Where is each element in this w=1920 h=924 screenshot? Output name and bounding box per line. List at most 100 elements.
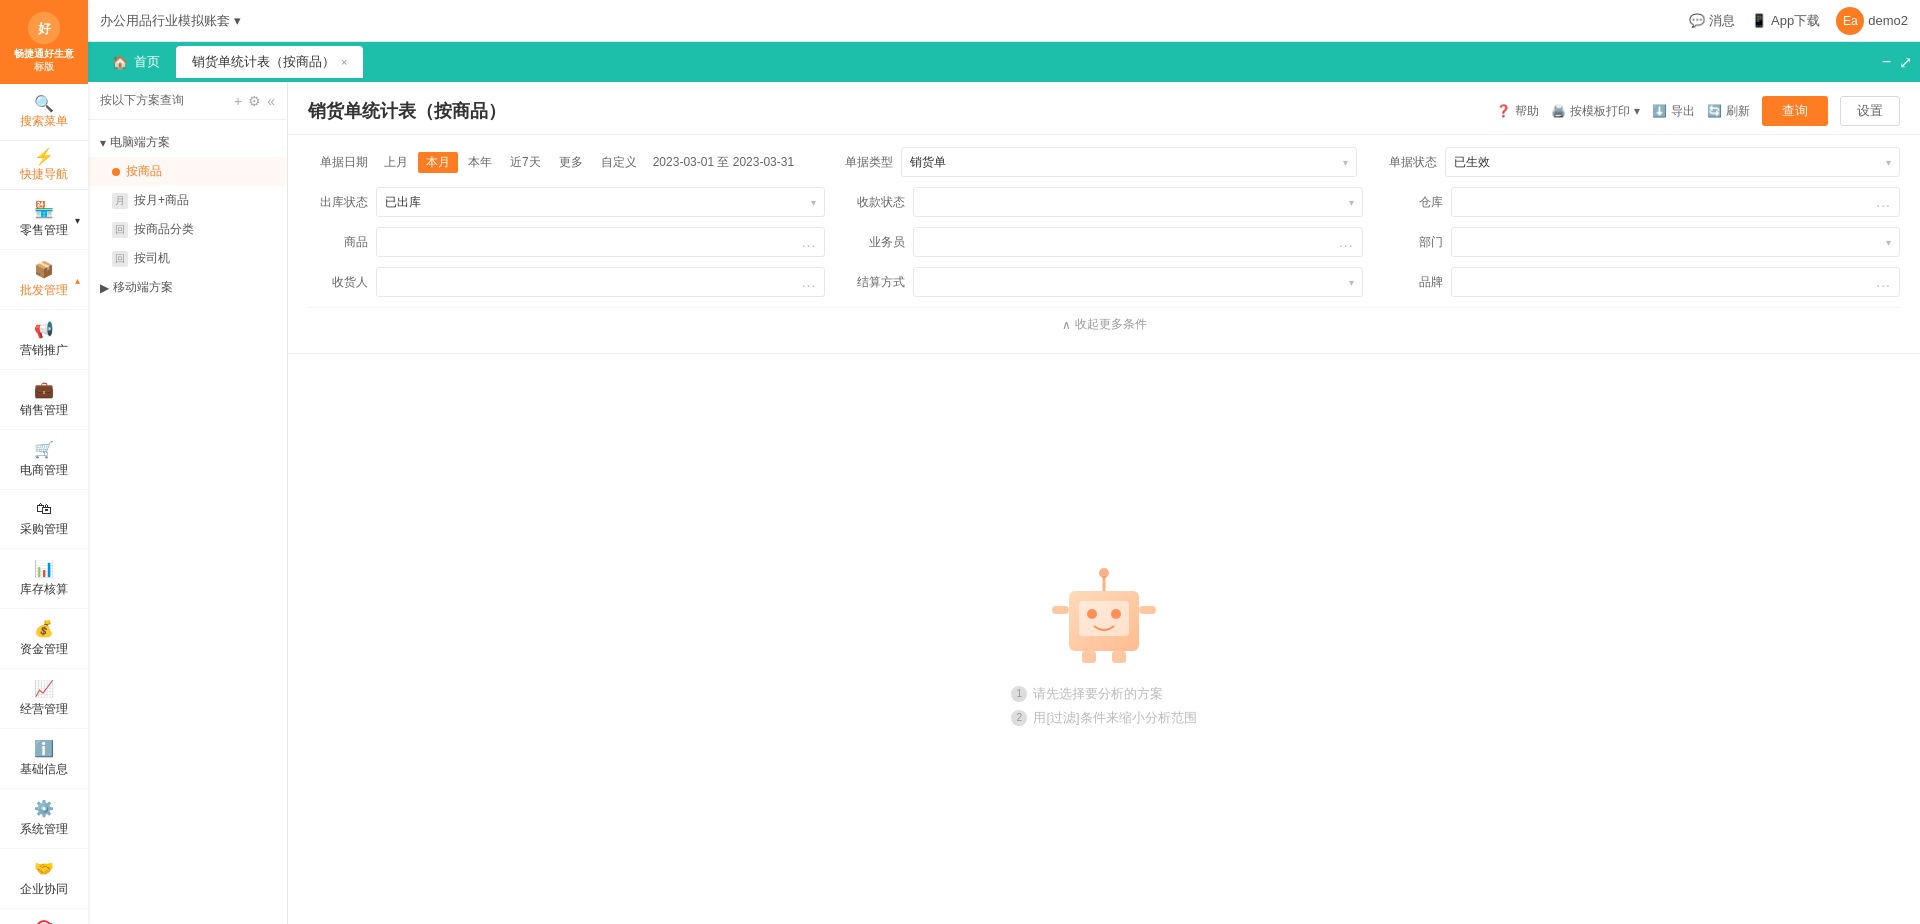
warehouse-control[interactable]: ... [1451,187,1900,217]
search-menu-label: 搜索菜单 [20,114,68,128]
sidebar-item-purchase-label: 采购管理 [20,521,68,538]
refresh-button[interactable]: 🔄 刷新 [1707,103,1750,120]
hint-text-1: 请先选择要分析的方案 [1033,685,1163,703]
salesperson-control[interactable]: ... [913,227,1362,257]
warehouse-dots: ... [1876,194,1891,210]
add-scheme-button[interactable]: + [234,93,242,109]
left-panel: 按以下方案查询 + ⚙ « ▾ 电脑端方案 按商品 月 按月+商 [88,82,288,924]
receiver-control[interactable]: ... [376,267,825,297]
date-tab-custom[interactable]: 自定义 [593,152,645,173]
collapse-filter-button[interactable]: ∧ 收起更多条件 [308,307,1900,341]
tree-group-mobile-label: 移动端方案 [113,279,173,296]
doc-type-control[interactable]: 销货单 ▾ [901,147,1356,177]
tabbar-minimize-button[interactable]: − [1882,53,1891,71]
print-icon: 🖨️ [1551,104,1566,118]
sidebar-item-ecommerce[interactable]: 🛒 电商管理 [0,430,88,490]
tree-group-desktop[interactable]: ▾ 电脑端方案 [88,128,287,157]
sidebar-item-retail[interactable]: 🏪 零售管理 ▾ [0,190,88,250]
tree-item-by-category[interactable]: 回 按商品分类 [88,215,287,244]
app-download-icon: 📱 [1751,13,1767,28]
svg-rect-9 [1139,606,1156,614]
tree-group-mobile[interactable]: ▶ 移动端方案 [88,273,287,302]
sidebar-item-corp[interactable]: 🤝 企业协同 [0,849,88,909]
svg-rect-8 [1052,606,1069,614]
goods-control[interactable]: ... [376,227,825,257]
scheme-settings-button[interactable]: ⚙ [248,93,261,109]
message-button[interactable]: 💬 消息 [1689,12,1735,30]
collapse-icon: ∧ [1062,318,1071,332]
empty-svg-icon [1044,546,1164,666]
settlement-control[interactable]: ▾ [913,267,1362,297]
user-profile[interactable]: Ea demo2 [1836,7,1908,35]
tree-item-by-scanner[interactable]: 回 按司机 [88,244,287,273]
message-icon: 💬 [1689,13,1705,28]
sidebar-item-basic[interactable]: ℹ️ 基础信息 [0,729,88,789]
sidebar-item-newbie[interactable]: 🎯 新手引导 [0,909,88,924]
corp-icon: 🤝 [34,859,54,878]
tree-item-by-goods[interactable]: 按商品 [88,157,287,186]
wholesale-expand-arrow: ▴ [75,274,80,285]
industry-selector[interactable]: 办公用品行业模拟账套 ▾ [100,12,241,30]
tab-close-button[interactable]: × [341,56,347,68]
department-arrow: ▾ [1886,237,1891,248]
sidebar-item-inventory[interactable]: 📊 库存核算 [0,549,88,609]
department-control[interactable]: ▾ [1451,227,1900,257]
topbar-left: 办公用品行业模拟账套 ▾ [100,12,241,30]
salesperson-label: 业务员 [845,234,913,251]
svg-text:好: 好 [37,22,52,36]
sidebar-logo[interactable]: 好 畅捷通好生意 标版 [0,0,88,84]
date-tab-this-year[interactable]: 本年 [460,152,500,173]
settlement-arrow: ▾ [1349,277,1354,288]
empty-hints-list: 1 请先选择要分析的方案 2 用[过滤]条件来缩小分析范围 [1011,685,1196,733]
tab-home[interactable]: 🏠 首页 [96,46,176,78]
date-tab-more[interactable]: 更多 [551,152,591,173]
sidebar-item-system[interactable]: ⚙️ 系统管理 [0,789,88,849]
sidebar-item-purchase[interactable]: 🛍 采购管理 [0,490,88,549]
doc-type-arrow: ▾ [1343,157,1348,168]
tabbar-expand-button[interactable]: ⤢ [1899,53,1912,72]
sidebar-item-operations-label: 经营管理 [20,701,68,718]
main-area: 办公用品行业模拟账套 ▾ 💬 消息 📱 App下载 Ea demo2 🏠 [88,0,1920,924]
sidebar-item-system-label: 系统管理 [20,821,68,838]
print-button[interactable]: 🖨️ 按模板打印 ▾ [1551,103,1640,120]
ecommerce-icon: 🛒 [34,440,54,459]
query-button[interactable]: 查询 [1762,96,1828,126]
help-button[interactable]: ❓ 帮助 [1496,103,1539,120]
department-label: 部门 [1383,234,1451,251]
tab-sales-stats[interactable]: 销货单统计表（按商品） × [176,46,363,78]
app-download-button[interactable]: 📱 App下载 [1751,12,1820,30]
collapse-panel-button[interactable]: « [267,93,275,109]
goods-dots: ... [802,234,817,250]
sidebar-item-inventory-label: 库存核算 [20,581,68,598]
date-tab-last-month[interactable]: 上月 [376,152,416,173]
doc-status-label: 单据状态 [1377,154,1445,171]
filter-area: 单据日期 上月 本月 本年 近7天 更多 自定义 2023-03-01 至 20… [288,135,1920,354]
quick-nav-button[interactable]: ⚡ 快捷导航 [0,141,88,190]
out-status-control[interactable]: 已出库 ▾ [376,187,825,217]
settings-button[interactable]: 设置 [1840,96,1900,126]
sidebar-item-operations[interactable]: 📈 经营管理 [0,669,88,729]
date-tab-7days[interactable]: 近7天 [502,152,549,173]
empty-hint-1: 1 请先选择要分析的方案 [1011,685,1196,703]
export-button[interactable]: ⬇️ 导出 [1652,103,1695,120]
brand-control[interactable]: ... [1451,267,1900,297]
finance-icon: 💰 [34,619,54,638]
filter-row-1: 单据日期 上月 本月 本年 近7天 更多 自定义 2023-03-01 至 20… [308,147,1900,177]
empty-hint-2: 2 用[过滤]条件来缩小分析范围 [1011,709,1196,727]
sidebar-item-finance[interactable]: 💰 资金管理 [0,609,88,669]
payment-status-control[interactable]: ▾ [913,187,1362,217]
left-panel-header-actions: + ⚙ « [234,93,275,109]
search-menu-button[interactable]: 🔍 搜索菜单 [0,84,88,141]
retail-icon: 🏪 [34,200,54,219]
tree-section-desktop: ▾ 电脑端方案 按商品 月 按月+商品 回 按商品分类 回 按司机 [88,120,287,310]
refresh-label: 刷新 [1726,103,1750,120]
tree-item-by-month-goods[interactable]: 月 按月+商品 [88,186,287,215]
sidebar-item-sales[interactable]: 💼 销售管理 [0,370,88,430]
date-tab-this-month[interactable]: 本月 [418,152,458,173]
print-arrow: ▾ [1634,104,1640,118]
warehouse-label: 仓库 [1383,194,1451,211]
sidebar-item-wholesale[interactable]: 📦 批发管理 ▴ [0,250,88,310]
doc-status-value: 已生效 [1454,154,1882,171]
doc-status-control[interactable]: 已生效 ▾ [1445,147,1900,177]
sidebar-item-marketing[interactable]: 📢 营销推广 [0,310,88,370]
